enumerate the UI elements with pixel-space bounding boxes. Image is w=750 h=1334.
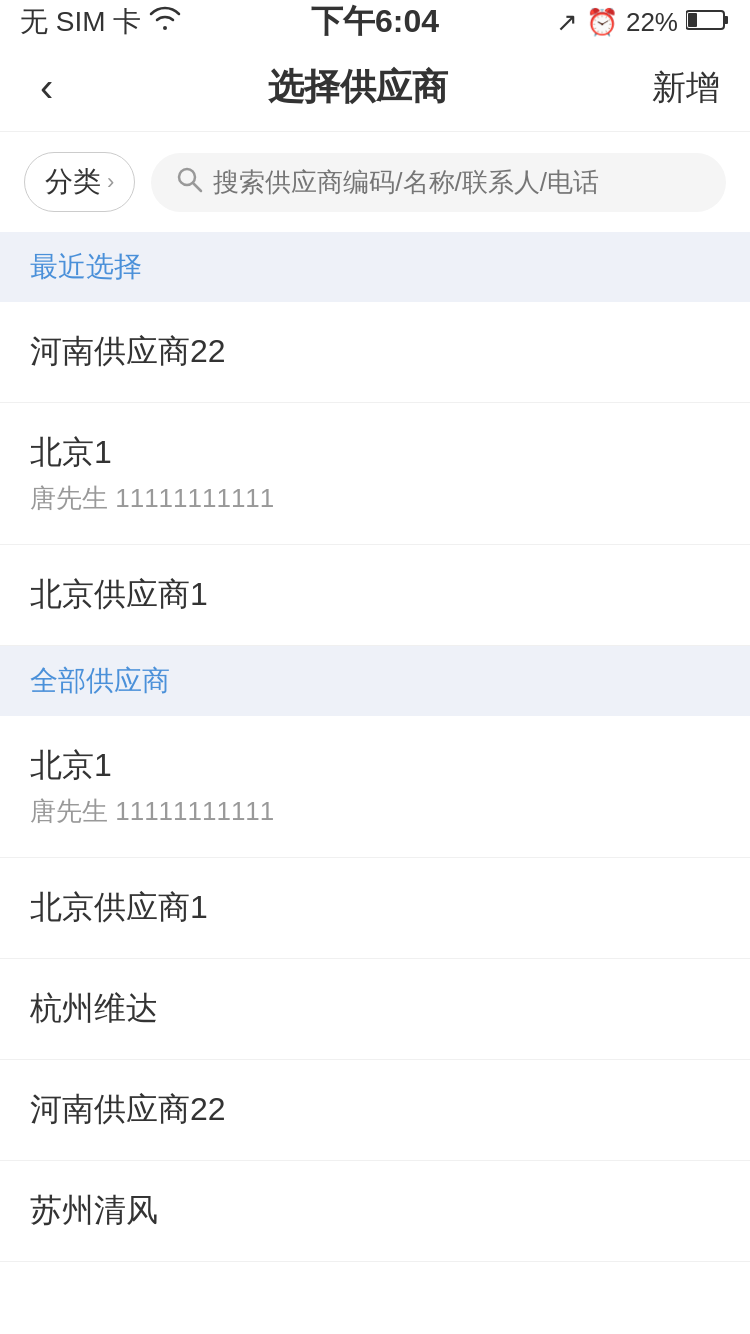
search-icon	[175, 165, 203, 200]
battery-text: 22%	[626, 7, 678, 38]
category-button[interactable]: 分类 ›	[24, 152, 135, 212]
item-sub: 唐先生 11111111111	[30, 794, 720, 829]
item-name: 苏州清风	[30, 1189, 720, 1233]
list-item[interactable]: 北京1 唐先生 11111111111	[0, 716, 750, 858]
location-icon: ↗	[556, 7, 578, 38]
item-name: 北京1	[30, 744, 720, 788]
list-item[interactable]: 河南供应商22	[0, 302, 750, 403]
nav-bar: ‹ 选择供应商 新增	[0, 44, 750, 132]
status-bar: 无 SIM 卡 下午6:04 ↗ ⏰ 22%	[0, 0, 750, 44]
all-section-header: 全部供应商	[0, 646, 750, 716]
item-sub: 唐先生 11111111111	[30, 481, 720, 516]
item-name: 杭州维达	[30, 987, 720, 1031]
category-label: 分类	[45, 163, 101, 201]
list-item[interactable]: 河南供应商22	[0, 1060, 750, 1161]
list-item[interactable]: 北京1 唐先生 11111111111	[0, 403, 750, 545]
recent-items-list: 河南供应商22 北京1 唐先生 11111111111 北京供应商1	[0, 302, 750, 646]
item-name: 北京1	[30, 431, 720, 475]
all-section-label: 全部供应商	[30, 665, 170, 696]
recent-section-header: 最近选择	[0, 232, 750, 302]
wifi-icon	[149, 6, 181, 39]
status-left: 无 SIM 卡	[20, 3, 181, 41]
search-input[interactable]	[213, 167, 702, 198]
recent-section-label: 最近选择	[30, 251, 142, 282]
svg-rect-1	[724, 16, 728, 24]
list-item[interactable]: 苏州清风	[0, 1161, 750, 1262]
status-right: ↗ ⏰ 22%	[556, 7, 730, 38]
item-name: 河南供应商22	[30, 330, 720, 374]
list-item[interactable]: 杭州维达	[0, 959, 750, 1060]
back-button[interactable]: ‹	[30, 55, 63, 120]
list-item[interactable]: 北京供应商1	[0, 858, 750, 959]
search-bar[interactable]	[151, 153, 726, 212]
filter-bar: 分类 ›	[0, 132, 750, 232]
item-name: 河南供应商22	[30, 1088, 720, 1132]
battery-icon	[686, 7, 730, 38]
item-name: 北京供应商1	[30, 573, 720, 617]
item-name: 北京供应商1	[30, 886, 720, 930]
all-items-list: 北京1 唐先生 11111111111 北京供应商1 杭州维达河南供应商22 苏州清风	[0, 716, 750, 1262]
carrier-text: 无 SIM 卡	[20, 3, 141, 41]
chevron-right-icon: ›	[107, 169, 114, 195]
svg-rect-2	[688, 13, 697, 27]
svg-line-4	[193, 183, 201, 191]
status-time: 下午6:04	[311, 0, 439, 44]
list-item[interactable]: 北京供应商1	[0, 545, 750, 646]
page-title: 选择供应商	[268, 63, 448, 112]
alarm-icon: ⏰	[586, 7, 618, 38]
add-button[interactable]: 新增	[652, 65, 720, 111]
